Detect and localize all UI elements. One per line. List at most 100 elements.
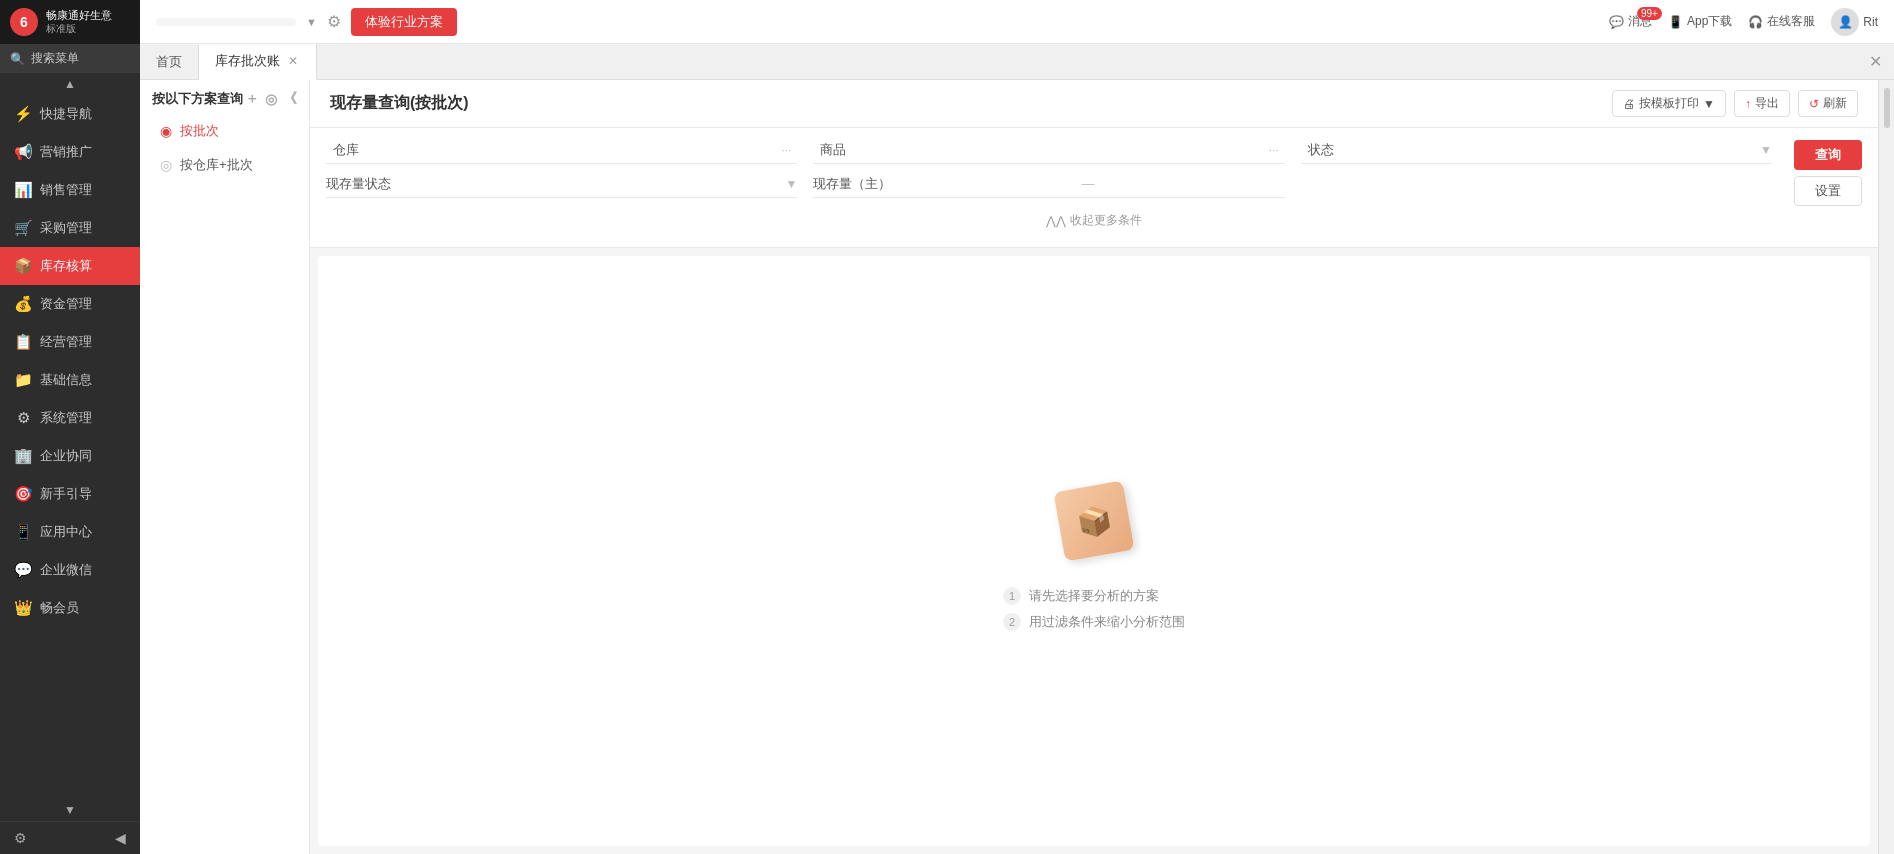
refresh-label: 刷新: [1823, 95, 1847, 112]
message-action[interactable]: 💬 消息 99+: [1609, 13, 1652, 30]
topbar-actions: 💬 消息 99+ 📱 App下载 🎧 在线客服 👤 Rit: [1609, 8, 1878, 36]
app-version: 标准版: [46, 22, 112, 36]
tab-home[interactable]: 首页: [140, 45, 199, 79]
scroll-handle[interactable]: [1884, 88, 1890, 128]
basic-info-icon: 📁: [14, 371, 32, 389]
tab-batch-account[interactable]: 库存批次账 ✕: [199, 44, 317, 80]
collapse-sidebar-icon[interactable]: ◀: [115, 830, 126, 846]
sidebar-item-basic-info[interactable]: 📁 基础信息: [0, 361, 140, 399]
print-button[interactable]: 🖨 按模板打印 ▼: [1612, 90, 1726, 117]
stock-status-dropdown-icon[interactable]: ▼: [785, 177, 797, 191]
sidebar-scroll-down[interactable]: ▼: [0, 799, 140, 821]
scheme-by-warehouse-batch-label: 按仓库+批次: [180, 156, 253, 174]
sidebar-item-quick-nav[interactable]: ⚡ 快捷导航: [0, 95, 140, 133]
warehouse-input[interactable]: [366, 140, 775, 159]
empty-state: 📦 1 请先选择要分析的方案 2 用过滤条件来缩小分析范围: [318, 256, 1870, 846]
online-service-action[interactable]: 🎧 在线客服: [1748, 13, 1815, 30]
tabbar-close-button[interactable]: ✕: [1857, 48, 1894, 75]
topbar-chevron-icon[interactable]: ▼: [306, 16, 317, 28]
print-dropdown-icon[interactable]: ▼: [1703, 97, 1715, 111]
sidebar-search[interactable]: 🔍 搜索菜单: [0, 44, 140, 73]
export-icon: ↑: [1745, 97, 1751, 111]
page-title: 现存量查询(按批次): [330, 93, 469, 114]
topbar-search-box[interactable]: [156, 18, 296, 26]
left-panel-header: 按以下方案查询 ＋ ◎ 《: [140, 80, 309, 114]
content-area: 按以下方案查询 ＋ ◎ 《 ◉ 按批次 ◎ 按仓库+批次 现存量查询(按批次): [140, 80, 1894, 854]
add-scheme-icon[interactable]: ＋: [245, 90, 259, 108]
export-button[interactable]: ↑ 导出: [1734, 90, 1790, 117]
hint-2-text: 用过滤条件来缩小分析范围: [1029, 613, 1185, 631]
page-title-bar: 现存量查询(按批次) 🖨 按模板打印 ▼ ↑ 导出 ↺ 刷新: [310, 80, 1878, 128]
empty-content: 📦 1 请先选择要分析的方案 2 用过滤条件来缩小分析范围: [1003, 471, 1185, 631]
quick-nav-icon: ⚡: [14, 105, 32, 123]
export-label: 导出: [1755, 95, 1779, 112]
sidebar-header: 6 畅康通好生意 标准版: [0, 0, 140, 44]
sidebar-item-newbie[interactable]: 🎯 新手引导: [0, 475, 140, 513]
sidebar-item-label: 基础信息: [40, 371, 92, 389]
status-field[interactable]: 状态 ▼: [1301, 140, 1772, 164]
sidebar-item-operations[interactable]: 📋 经营管理: [0, 323, 140, 361]
right-scrollbar[interactable]: [1878, 80, 1894, 854]
query-button[interactable]: 查询: [1794, 140, 1862, 170]
scheme-item-by-warehouse-batch[interactable]: ◎ 按仓库+批次: [140, 148, 309, 182]
sidebar-item-label: 库存核算: [40, 257, 92, 275]
sidebar-item-enterprise[interactable]: 🏢 企业协同: [0, 437, 140, 475]
wechat-icon: 💬: [14, 561, 32, 579]
product-input[interactable]: [853, 140, 1262, 159]
sidebar-item-purchase[interactable]: 🛒 采购管理: [0, 209, 140, 247]
refresh-button[interactable]: ↺ 刷新: [1798, 90, 1858, 117]
page-actions: 🖨 按模板打印 ▼ ↑ 导出 ↺ 刷新: [1612, 90, 1858, 117]
product-label: 商品: [813, 141, 853, 159]
scheme-item-by-batch[interactable]: ◉ 按批次: [140, 114, 309, 148]
stock-status-input[interactable]: [391, 174, 785, 193]
stock-qty-min-input[interactable]: [891, 174, 1081, 193]
warehouse-more-icon[interactable]: ···: [775, 141, 797, 159]
sidebar-item-system[interactable]: ⚙ 系统管理: [0, 399, 140, 437]
status-input[interactable]: [1341, 140, 1760, 159]
sidebar-item-label: 营销推广: [40, 143, 92, 161]
refresh-icon: ↺: [1809, 97, 1819, 111]
sales-icon: 📊: [14, 181, 32, 199]
sidebar-item-marketing[interactable]: 📢 营销推广: [0, 133, 140, 171]
sidebar-menu: ⚡ 快捷导航 📢 营销推广 📊 销售管理 🛒 采购管理 📦 库存核算 💰 资金管…: [0, 95, 140, 799]
warehouse-field[interactable]: 仓库 ···: [326, 140, 797, 164]
scheme-active-icon: ◉: [160, 123, 172, 139]
sidebar-item-label: 企业协同: [40, 447, 92, 465]
sidebar-item-appstore[interactable]: 📱 应用中心: [0, 513, 140, 551]
topbar-gear-icon[interactable]: ⚙: [327, 12, 341, 31]
stock-qty-max-input[interactable]: [1095, 174, 1285, 193]
sidebar-item-label: 新手引导: [40, 485, 92, 503]
left-panel-title: 按以下方案查询: [152, 90, 243, 108]
empty-box-icon: 📦: [1053, 480, 1134, 561]
settings-scheme-icon[interactable]: ◎: [265, 91, 277, 107]
tab-close-icon[interactable]: ✕: [286, 54, 300, 68]
purchase-icon: 🛒: [14, 219, 32, 237]
stock-status-field[interactable]: 现存量状态 ▼: [326, 174, 797, 198]
product-field[interactable]: 商品 ···: [813, 140, 1284, 164]
main-content: 现存量查询(按批次) 🖨 按模板打印 ▼ ↑ 导出 ↺ 刷新: [310, 80, 1878, 854]
status-dropdown-icon[interactable]: ▼: [1760, 143, 1772, 157]
app-download-action[interactable]: 📱 App下载: [1668, 13, 1732, 30]
settings-icon[interactable]: ⚙: [14, 830, 27, 846]
marketing-icon: 📢: [14, 143, 32, 161]
collapse-panel-icon[interactable]: 《: [283, 90, 297, 108]
member-icon: 👑: [14, 599, 32, 617]
user-menu[interactable]: 👤 Rit: [1831, 8, 1878, 36]
sidebar-item-member[interactable]: 👑 畅会员: [0, 589, 140, 627]
online-service-label: 在线客服: [1767, 13, 1815, 30]
sidebar-item-sales[interactable]: 📊 销售管理: [0, 171, 140, 209]
sidebar-item-label: 资金管理: [40, 295, 92, 313]
collapse-more-button[interactable]: ⋀⋀ 收起更多条件: [326, 206, 1862, 235]
hint-1-text: 请先选择要分析的方案: [1029, 587, 1159, 605]
newbie-icon: 🎯: [14, 485, 32, 503]
product-more-icon[interactable]: ···: [1263, 141, 1285, 159]
sidebar-item-finance[interactable]: 💰 资金管理: [0, 285, 140, 323]
set-button[interactable]: 设置: [1794, 176, 1862, 206]
sidebar-scroll-up[interactable]: ▲: [0, 73, 140, 95]
message-icon: 💬: [1609, 15, 1624, 29]
stock-qty-field[interactable]: 现存量（主） —: [813, 174, 1284, 198]
sidebar-item-wechat[interactable]: 💬 企业微信: [0, 551, 140, 589]
empty-hint-2: 2 用过滤条件来缩小分析范围: [1003, 613, 1185, 631]
sidebar-item-inventory[interactable]: 📦 库存核算: [0, 247, 140, 285]
trial-button[interactable]: 体验行业方案: [351, 8, 457, 36]
